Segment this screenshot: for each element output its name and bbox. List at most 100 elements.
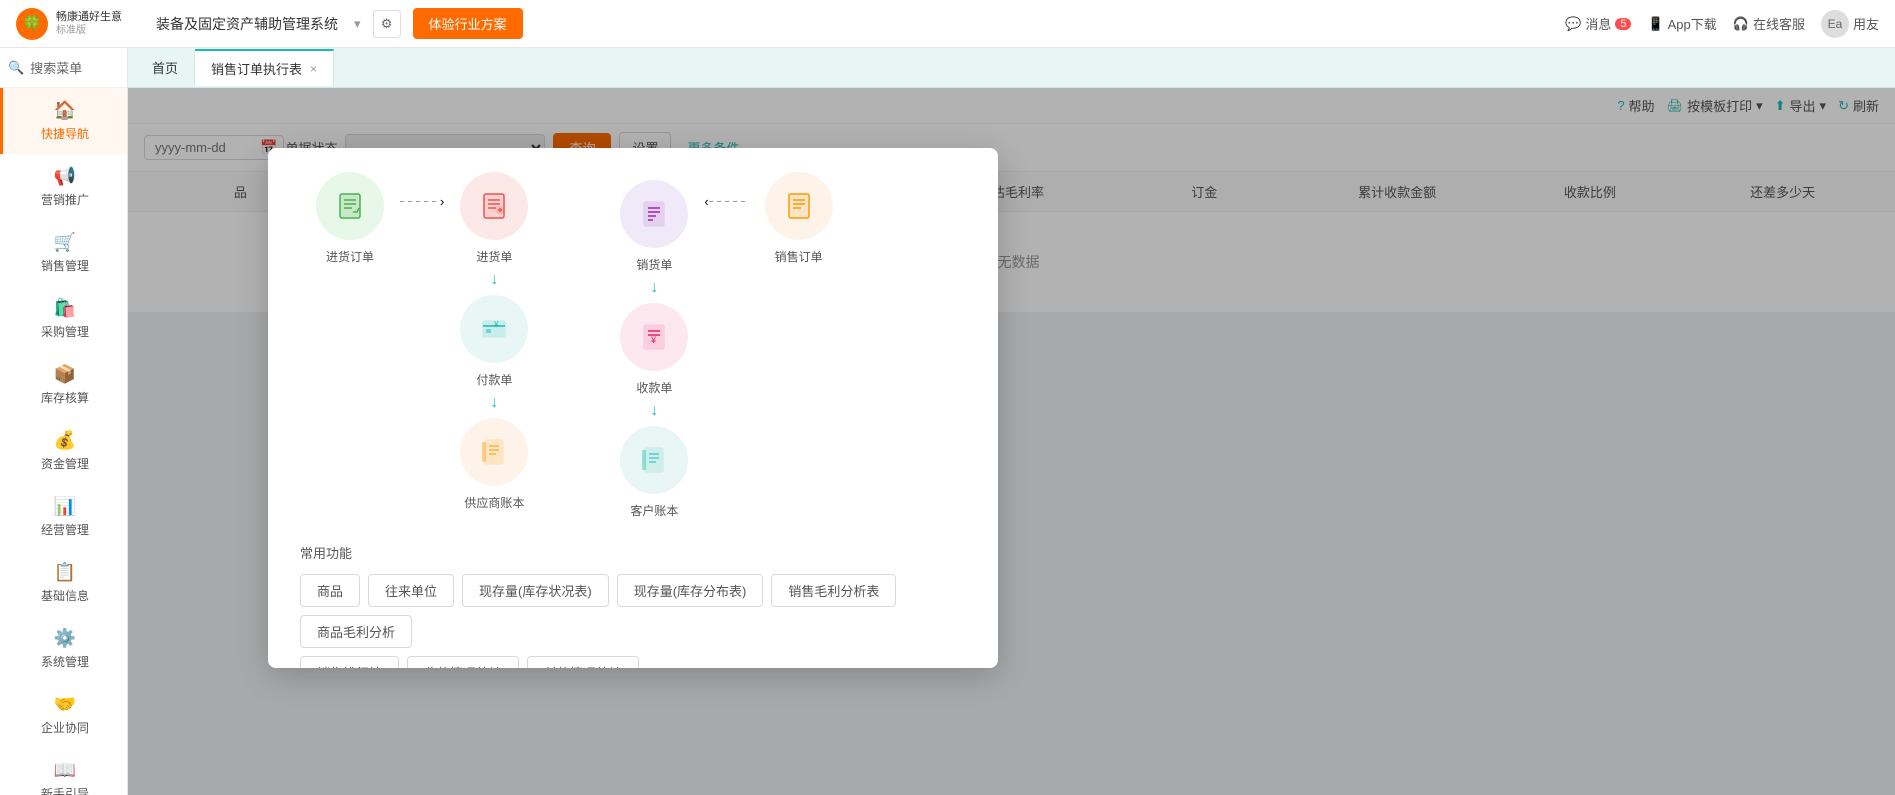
flow-item-receipt[interactable]: ¥ 收款单 bbox=[604, 303, 704, 396]
flow-item-sales-order[interactable]: 销售订单 bbox=[749, 172, 849, 265]
message-icon: 💬 bbox=[1565, 16, 1581, 32]
sidebar-item-system[interactable]: ⚙️ 系统管理 bbox=[0, 616, 127, 682]
sidebar-item-operations[interactable]: 📊 经营管理 bbox=[0, 484, 127, 550]
flow-item-supplier-ledger[interactable]: 供应商账本 bbox=[444, 418, 544, 511]
sidebar-item-quick-nav[interactable]: 🏠 快捷导航 bbox=[0, 88, 127, 154]
logo-text: 畅康通好生意 标准版 bbox=[56, 10, 122, 37]
dropdown-icon[interactable]: ▾ bbox=[354, 16, 361, 32]
top-bar: 🍀 畅康通好生意 标准版 装备及固定资产辅助管理系统 ▾ ⚙ 体验行业方案 💬 … bbox=[0, 0, 1895, 48]
system-icon: ⚙️ bbox=[54, 628, 76, 649]
sidebar-item-label: 企业协同 bbox=[41, 719, 89, 736]
sidebar-item-label: 采购管理 bbox=[41, 323, 89, 340]
sidebar-item-label: 销售管理 bbox=[41, 257, 89, 274]
user-label: 用友 bbox=[1853, 14, 1879, 33]
btn-stock-dist[interactable]: 现存量(库存分布表) bbox=[617, 574, 764, 607]
download-icon: 📱 bbox=[1647, 16, 1663, 32]
flow-item-payment[interactable]: ¥ 付款单 bbox=[444, 295, 544, 388]
tab-active[interactable]: 销售订单执行表 × bbox=[195, 49, 334, 86]
tab-home[interactable]: 首页 bbox=[136, 50, 195, 85]
purchase-order-circle bbox=[316, 172, 384, 240]
avatar: Ea bbox=[1821, 10, 1849, 38]
guide-icon: 📖 bbox=[54, 760, 76, 781]
btn-payment-stats[interactable]: 付款情况统计 bbox=[527, 656, 639, 668]
user-area[interactable]: Ea 用友 bbox=[1821, 10, 1879, 38]
quick-nav-icon: 🏠 bbox=[54, 100, 76, 121]
common-buttons-row2: 销售排行榜 收款情况统计 付款情况统计 bbox=[300, 656, 966, 668]
app-download-button[interactable]: 📱 App下载 bbox=[1647, 14, 1716, 33]
sidebar-item-collab[interactable]: 🤝 企业协同 bbox=[0, 682, 127, 748]
sidebar-item-inventory[interactable]: 📦 库存核算 bbox=[0, 352, 127, 418]
sidebar-item-guide[interactable]: 📖 新手引导 bbox=[0, 748, 127, 795]
sidebar-item-basic[interactable]: 📋 基础信息 bbox=[0, 550, 127, 616]
sidebar-item-sales[interactable]: 🛒 销售管理 bbox=[0, 220, 127, 286]
btn-receipt-stats[interactable]: 收款情况统计 bbox=[407, 656, 519, 668]
btn-sales-ranking[interactable]: 销售排行榜 bbox=[300, 656, 399, 668]
arrow-payment-down: ↓ bbox=[490, 388, 498, 418]
receipt-circle: ¥ bbox=[620, 303, 688, 371]
operations-icon: 📊 bbox=[54, 496, 76, 517]
modal-body: 进货订单 › bbox=[268, 148, 998, 668]
settings-button[interactable]: ⚙ bbox=[373, 10, 401, 38]
flow-col-sales-order: 销售订单 bbox=[749, 172, 849, 265]
receipt-label: 收款单 bbox=[636, 379, 672, 396]
trial-button[interactable]: 体验行业方案 bbox=[413, 8, 523, 39]
tab-content: ? 帮助 🖨 按模板打印 ▾ ⬆ 导出 ▾ bbox=[128, 88, 1895, 795]
flow-item-sales-bill[interactable]: 销货单 bbox=[604, 180, 704, 273]
flow-item-customer-ledger[interactable]: 客户账本 bbox=[604, 426, 704, 519]
service-icon: 🎧 bbox=[1733, 16, 1749, 32]
sidebar-item-label: 经营管理 bbox=[41, 521, 89, 538]
purchase-order-label: 进货订单 bbox=[326, 248, 374, 265]
search-icon: 🔍 bbox=[8, 60, 24, 76]
tab-close-button[interactable]: × bbox=[310, 62, 317, 76]
logo-line2: 标准版 bbox=[56, 24, 122, 37]
purchase-bill-label: 进货单 bbox=[476, 248, 512, 265]
arrow-sales-bill-down: ↓ bbox=[650, 273, 658, 303]
app-download-label: App下载 bbox=[1668, 14, 1717, 33]
main-area: 🔍 搜索菜单 🏠 快捷导航 📢 营销推广 🛒 销售管理 🛍️ 采购管理 📦 bbox=[0, 48, 1895, 795]
app-container: 🍀 畅康通好生意 标准版 装备及固定资产辅助管理系统 ▾ ⚙ 体验行业方案 💬 … bbox=[0, 0, 1895, 795]
sidebar-item-finance[interactable]: 💰 资金管理 bbox=[0, 418, 127, 484]
flow-diagram: 进货订单 › bbox=[300, 172, 966, 519]
logo-icon: 🍀 bbox=[16, 8, 48, 40]
tab-bar: 首页 销售订单执行表 × bbox=[128, 48, 1895, 88]
common-section: 常用功能 商品 往来单位 现存量(库存状况表) 现存量(库存分布表) 销售毛利分… bbox=[300, 543, 966, 668]
collab-icon: 🤝 bbox=[54, 694, 76, 715]
sales-bill-label: 销货单 bbox=[636, 256, 672, 273]
online-service-button[interactable]: 🎧 在线客服 bbox=[1733, 14, 1805, 33]
message-badge: 5 bbox=[1615, 18, 1631, 30]
btn-product-margin[interactable]: 商品毛利分析 bbox=[300, 615, 412, 648]
sidebar-item-label: 营销推广 bbox=[41, 191, 89, 208]
btn-stock-status[interactable]: 现存量(库存状况表) bbox=[462, 574, 609, 607]
top-right: 💬 消息 5 📱 App下载 🎧 在线客服 Ea 用友 bbox=[1565, 10, 1879, 38]
payment-circle: ¥ bbox=[460, 295, 528, 363]
sidebar-item-label: 基础信息 bbox=[41, 587, 89, 604]
sidebar-item-label: 系统管理 bbox=[41, 653, 89, 670]
svg-text:¥: ¥ bbox=[493, 320, 499, 329]
sidebar: 🔍 搜索菜单 🏠 快捷导航 📢 营销推广 🛒 销售管理 🛍️ 采购管理 📦 bbox=[0, 48, 128, 795]
message-button[interactable]: 💬 消息 5 bbox=[1565, 14, 1631, 33]
inventory-icon: 📦 bbox=[54, 364, 76, 385]
arrow-receipt-down: ↓ bbox=[650, 396, 658, 426]
flow-item-purchase-order[interactable]: 进货订单 bbox=[300, 172, 400, 265]
btn-product[interactable]: 商品 bbox=[300, 574, 360, 607]
flow-item-purchase-bill[interactable]: 进货单 bbox=[444, 172, 544, 265]
supplier-ledger-circle bbox=[460, 418, 528, 486]
service-label: 在线客服 bbox=[1753, 14, 1805, 33]
sidebar-search[interactable]: 🔍 搜索菜单 bbox=[0, 48, 127, 88]
svg-text:¥: ¥ bbox=[650, 335, 657, 345]
modal-overlay: 进货订单 › bbox=[128, 88, 1895, 795]
sidebar-item-label: 资金管理 bbox=[41, 455, 89, 472]
btn-sales-margin[interactable]: 销售毛利分析表 bbox=[771, 574, 896, 607]
btn-partner[interactable]: 往来单位 bbox=[368, 574, 454, 607]
sidebar-item-label: 快捷导航 bbox=[41, 125, 89, 142]
sidebar-item-marketing[interactable]: 📢 营销推广 bbox=[0, 154, 127, 220]
tab-label: 销售订单执行表 bbox=[211, 59, 302, 78]
content-area: 首页 销售订单执行表 × ? 帮助 🖨 bbox=[128, 48, 1895, 795]
logo-line1: 畅康通好生意 bbox=[56, 10, 122, 24]
customer-ledger-circle bbox=[620, 426, 688, 494]
arrow-sales-order-left: ‹ bbox=[704, 172, 748, 209]
payment-label: 付款单 bbox=[476, 371, 512, 388]
marketing-icon: 📢 bbox=[54, 166, 76, 187]
sales-bill-circle bbox=[620, 180, 688, 248]
sidebar-item-purchase[interactable]: 🛍️ 采购管理 bbox=[0, 286, 127, 352]
